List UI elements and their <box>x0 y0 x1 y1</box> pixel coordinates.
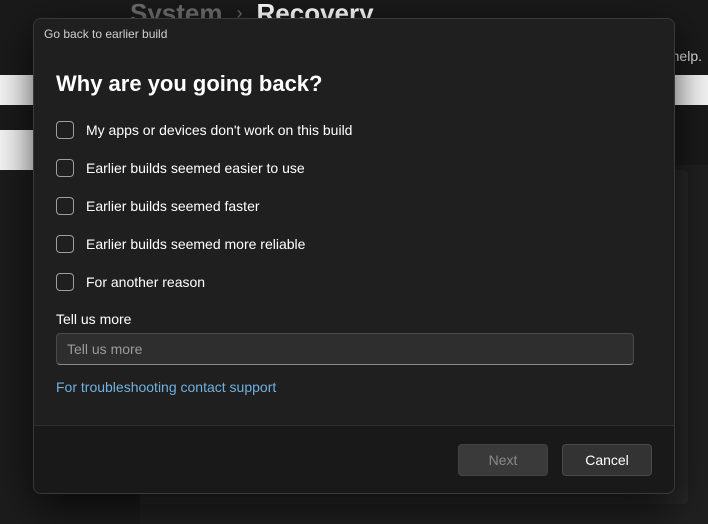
reason-option-apps-devices[interactable]: My apps or devices don't work on this bu… <box>56 121 652 139</box>
reason-label: For another reason <box>86 274 205 290</box>
reason-option-easier[interactable]: Earlier builds seemed easier to use <box>56 159 652 177</box>
reason-option-faster[interactable]: Earlier builds seemed faster <box>56 197 652 215</box>
reason-label: Earlier builds seemed more reliable <box>86 236 305 252</box>
tell-us-more-input[interactable] <box>56 333 634 365</box>
checkbox-icon <box>56 273 74 291</box>
contact-support-link[interactable]: For troubleshooting contact support <box>56 379 276 395</box>
checkbox-icon <box>56 197 74 215</box>
checkbox-icon <box>56 121 74 139</box>
checkbox-icon <box>56 159 74 177</box>
dialog-body: Why are you going back? My apps or devic… <box>34 49 674 425</box>
reason-label: My apps or devices don't work on this bu… <box>86 122 352 138</box>
reason-label: Earlier builds seemed faster <box>86 198 260 214</box>
tell-us-more-label: Tell us more <box>56 311 652 327</box>
checkbox-icon <box>56 235 74 253</box>
reason-option-reliable[interactable]: Earlier builds seemed more reliable <box>56 235 652 253</box>
go-back-dialog: Go back to earlier build Why are you goi… <box>33 18 675 494</box>
dialog-titlebar: Go back to earlier build <box>34 19 674 49</box>
reason-label: Earlier builds seemed easier to use <box>86 160 305 176</box>
cancel-button[interactable]: Cancel <box>562 444 652 476</box>
dialog-title-text: Go back to earlier build <box>44 27 167 41</box>
dialog-heading: Why are you going back? <box>56 71 652 97</box>
bg-help-text: help. <box>672 48 702 64</box>
reason-option-other[interactable]: For another reason <box>56 273 652 291</box>
next-button[interactable]: Next <box>458 444 548 476</box>
dialog-footer: Next Cancel <box>34 425 674 493</box>
